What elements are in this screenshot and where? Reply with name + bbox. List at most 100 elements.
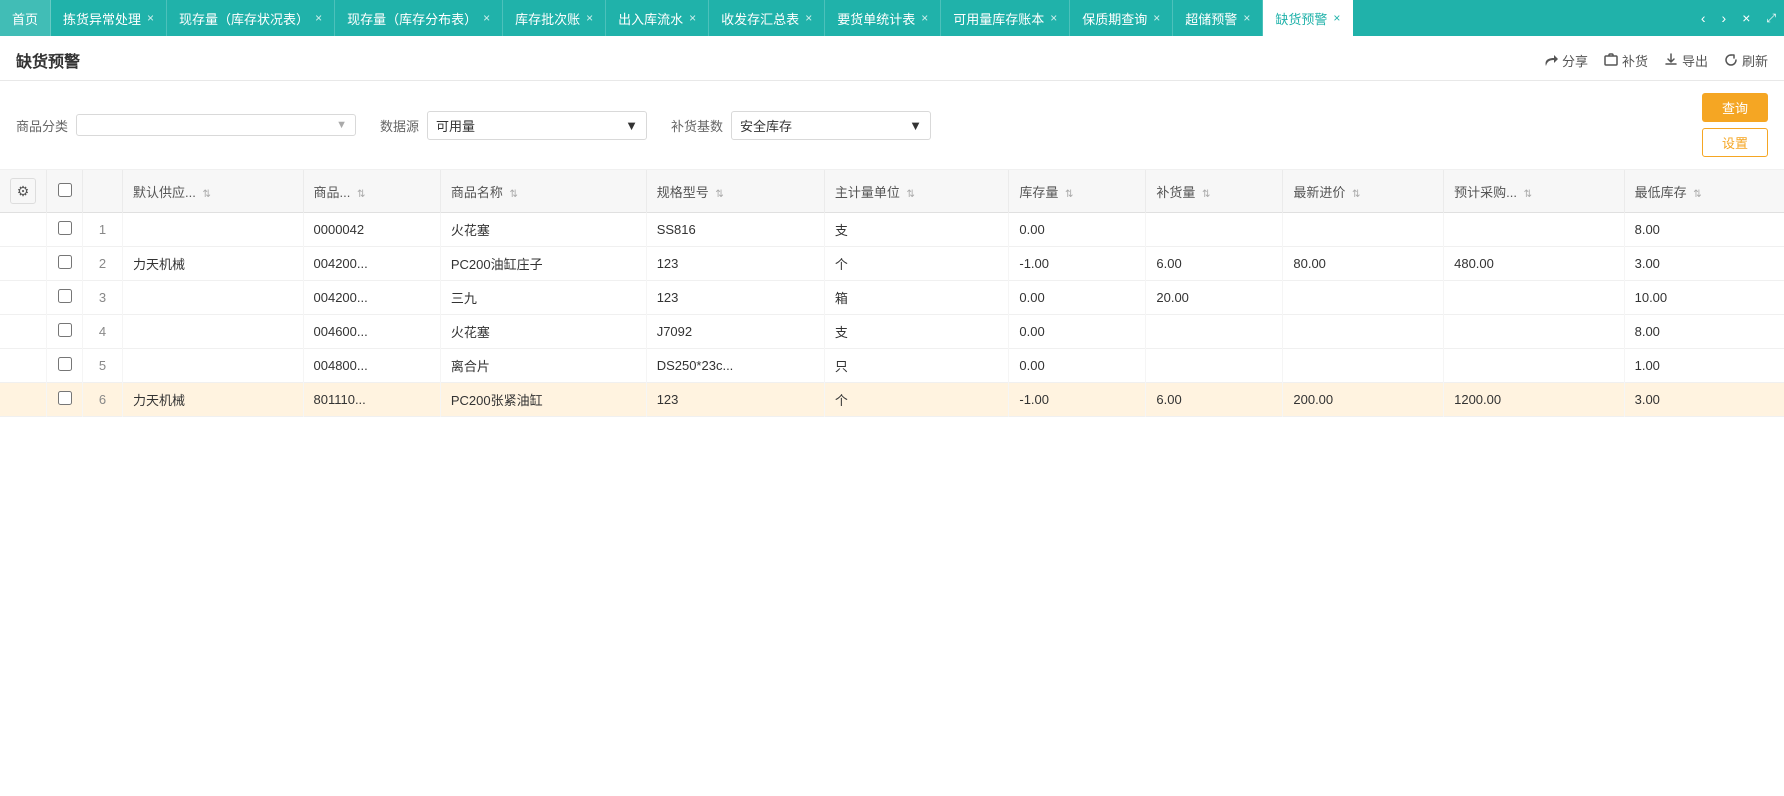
row-settings-cell — [0, 213, 47, 247]
tab-inout[interactable]: 出入库流水 × — [606, 0, 709, 36]
query-button[interactable]: 查询 — [1702, 93, 1768, 122]
tab-next-button[interactable]: › — [1714, 10, 1735, 26]
row-checkbox-2[interactable] — [58, 255, 72, 269]
row-checkbox-4[interactable] — [58, 323, 72, 337]
refresh-button[interactable]: 刷新 — [1724, 51, 1768, 70]
row-checkbox-3[interactable] — [58, 289, 72, 303]
tab-overstock-close[interactable]: × — [1243, 11, 1250, 25]
tab-overstock[interactable]: 超储预警 × — [1173, 0, 1263, 36]
row-min-stock-3: 10.00 — [1624, 281, 1784, 315]
table-body: 1 0000042 火花塞 SS816 支 0.00 8.00 2 力天机械 0… — [0, 213, 1784, 417]
row-spec-4: J7092 — [646, 315, 824, 349]
th-settings[interactable]: ⚙ — [0, 170, 47, 213]
tab-batch-close[interactable]: × — [586, 11, 593, 25]
table-row: 1 0000042 火花塞 SS816 支 0.00 8.00 — [0, 213, 1784, 247]
th-checkbox[interactable] — [47, 170, 83, 213]
share-button[interactable]: 分享 — [1544, 51, 1588, 70]
column-settings-icon[interactable]: ⚙ — [10, 178, 36, 204]
row-min-stock-6: 3.00 — [1624, 383, 1784, 417]
tab-expiry[interactable]: 保质期查询 × — [1070, 0, 1173, 36]
settings-button[interactable]: 设置 — [1702, 128, 1768, 157]
select-all-checkbox[interactable] — [58, 183, 72, 197]
row-unit-3: 箱 — [824, 281, 1008, 315]
tab-demand-close[interactable]: × — [921, 11, 928, 25]
row-checkbox-5[interactable] — [58, 357, 72, 371]
datasource-select[interactable]: 可用量 ▼ — [427, 111, 647, 140]
row-checkbox-1[interactable] — [58, 221, 72, 235]
th-unit[interactable]: 主计量单位 ⇅ — [824, 170, 1008, 213]
th-product-name[interactable]: 商品名称 ⇅ — [440, 170, 646, 213]
tab-stock-status[interactable]: 现存量（库存状况表） × — [167, 0, 335, 36]
row-checkbox-cell[interactable] — [47, 349, 83, 383]
tab-overstock-label: 超储预警 — [1185, 9, 1237, 28]
th-default-supplier[interactable]: 默认供应... ⇅ — [123, 170, 304, 213]
row-spec-5: DS250*23c... — [646, 349, 824, 383]
row-checkbox-cell[interactable] — [47, 383, 83, 417]
tab-demand[interactable]: 要货单统计表 × — [825, 0, 941, 36]
row-supplier-4 — [123, 315, 304, 349]
tab-expand-button[interactable]: ⤢ — [1758, 11, 1784, 26]
row-stock-3: 0.00 — [1009, 281, 1146, 315]
row-checkbox-cell[interactable] — [47, 281, 83, 315]
th-product-name-label: 商品名称 — [451, 185, 503, 200]
tab-abnormal-close[interactable]: × — [147, 11, 154, 25]
tab-close-button[interactable]: × — [1734, 10, 1758, 26]
export-button[interactable]: 导出 — [1664, 51, 1708, 70]
tab-abnormal-label: 拣货异常处理 — [63, 9, 141, 28]
th-min-stock[interactable]: 最低库存 ⇅ — [1624, 170, 1784, 213]
tab-receipt-close[interactable]: × — [805, 11, 812, 25]
row-checkbox-6[interactable] — [58, 391, 72, 405]
tab-stock-dist-close[interactable]: × — [483, 11, 490, 25]
tab-stock-status-close[interactable]: × — [315, 11, 322, 25]
th-est-purchase[interactable]: 预计采购... ⇅ — [1444, 170, 1625, 213]
data-table: ⚙ 默认供应... ⇅ 商品... ⇅ 商品名称 — [0, 170, 1784, 417]
tab-available[interactable]: 可用量库存账本 × — [941, 0, 1070, 36]
tab-receipt[interactable]: 收发存汇总表 × — [709, 0, 825, 36]
tab-shortage-close[interactable]: × — [1333, 11, 1340, 25]
row-spec-6: 123 — [646, 383, 824, 417]
row-checkbox-cell[interactable] — [47, 213, 83, 247]
th-product-code[interactable]: 商品... ⇅ — [303, 170, 440, 213]
tab-batch[interactable]: 库存批次账 × — [503, 0, 606, 36]
tab-stock-dist[interactable]: 现存量（库存分布表） × — [335, 0, 503, 36]
table-row: 2 力天机械 004200... PC200油缸庄子 123 个 -1.00 6… — [0, 247, 1784, 281]
th-replenish[interactable]: 补货量 ⇅ — [1146, 170, 1283, 213]
row-num-3: 3 — [83, 281, 123, 315]
row-name-4: 火花塞 — [440, 315, 646, 349]
th-latest-price[interactable]: 最新进价 ⇅ — [1283, 170, 1444, 213]
tab-inout-close[interactable]: × — [689, 11, 696, 25]
row-settings-cell — [0, 315, 47, 349]
tab-available-close[interactable]: × — [1050, 11, 1057, 25]
th-stock[interactable]: 库存量 ⇅ — [1009, 170, 1146, 213]
row-name-3: 三九 — [440, 281, 646, 315]
refresh-label: 刷新 — [1742, 51, 1768, 70]
tab-inout-label: 出入库流水 — [618, 9, 683, 28]
row-checkbox-cell[interactable] — [47, 247, 83, 281]
tab-shortage[interactable]: 缺货预警 × — [1263, 0, 1353, 36]
row-supplier-1 — [123, 213, 304, 247]
row-replenish-5 — [1146, 349, 1283, 383]
tab-abnormal[interactable]: 拣货异常处理 × — [51, 0, 167, 36]
category-label: 商品分类 — [16, 116, 68, 135]
row-num-5: 5 — [83, 349, 123, 383]
page-header: 缺货预警 分享 补货 导出 — [0, 36, 1784, 81]
row-unit-2: 个 — [824, 247, 1008, 281]
tab-prev-button[interactable]: ‹ — [1693, 10, 1714, 26]
category-select[interactable]: ▼ — [76, 114, 356, 136]
row-est-purchase-6: 1200.00 — [1444, 383, 1625, 417]
tab-home[interactable]: 首页 — [0, 0, 51, 36]
replenish-base-select[interactable]: 安全库存 ▼ — [731, 111, 931, 140]
tab-bar: 首页 拣货异常处理 × 现存量（库存状况表） × 现存量（库存分布表） × 库存… — [0, 0, 1784, 36]
row-stock-5: 0.00 — [1009, 349, 1146, 383]
tab-expiry-label: 保质期查询 — [1082, 9, 1147, 28]
row-stock-2: -1.00 — [1009, 247, 1146, 281]
row-checkbox-cell[interactable] — [47, 315, 83, 349]
export-icon — [1664, 53, 1678, 67]
th-spec[interactable]: 规格型号 ⇅ — [646, 170, 824, 213]
replenish-button[interactable]: 补货 — [1604, 51, 1648, 70]
replenish-base-label: 补货基数 — [671, 116, 723, 135]
th-replenish-label: 补货量 — [1156, 185, 1195, 200]
row-latest-price-4 — [1283, 315, 1444, 349]
table-container: ⚙ 默认供应... ⇅ 商品... ⇅ 商品名称 — [0, 170, 1784, 417]
tab-expiry-close[interactable]: × — [1153, 11, 1160, 25]
